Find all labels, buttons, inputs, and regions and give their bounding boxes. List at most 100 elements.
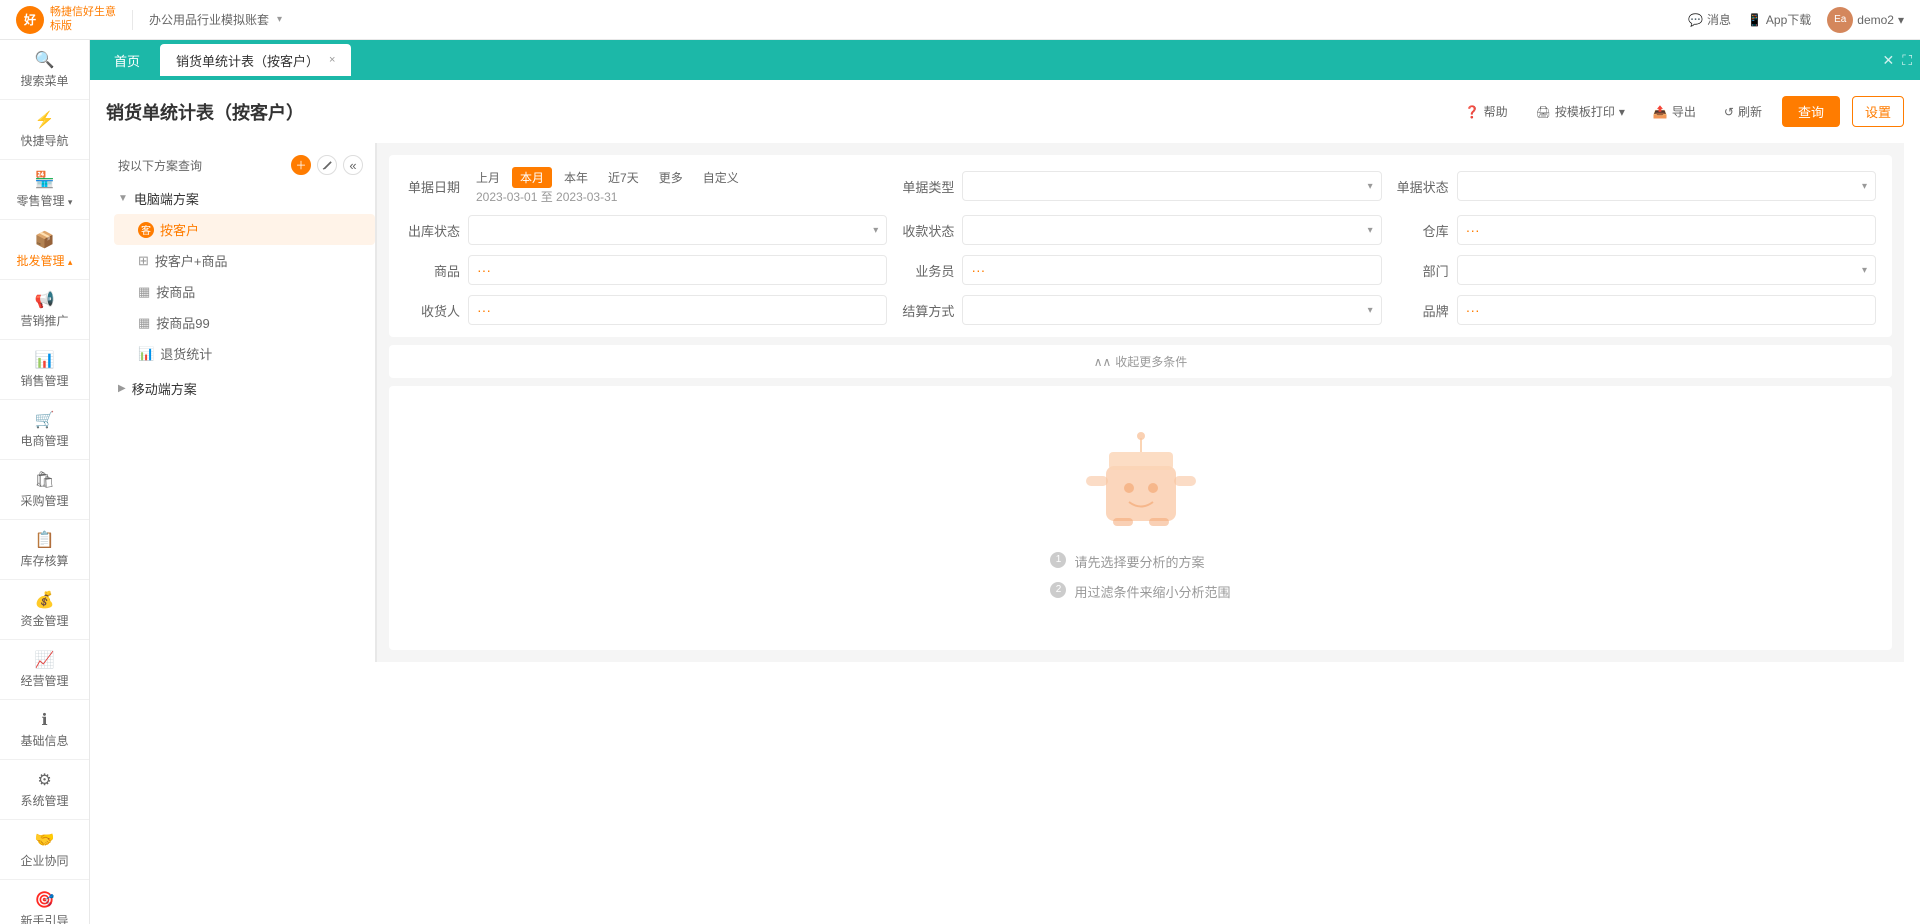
salesperson-select[interactable]: ··· [962,255,1381,285]
sidebar-item-operations[interactable]: 📈 经营管理 [0,640,89,700]
collapse-icon: ∧∧ [1094,355,1112,369]
brand-select[interactable]: ··· [1457,295,1876,325]
marketing-icon: 📢 [4,290,85,310]
sidebar-item-ecommerce[interactable]: 🛒 电商管理 [0,400,89,460]
collab-icon: 🤝 [4,830,85,850]
sidebar-item-retail[interactable]: 🏪 零售管理 ▾ [0,160,89,220]
app-download-button[interactable]: 📱 App下载 [1747,11,1811,28]
sales-icon: 📊 [4,350,85,370]
scheme-return-stats[interactable]: 📊 退货统计 [114,338,375,369]
scheme-by-product[interactable]: ▦ 按商品 [114,276,375,307]
search-menu-icon: 🔍 [4,50,85,70]
sidebar-item-marketing[interactable]: 📢 营销推广 [0,280,89,340]
help-button[interactable]: ❓ 帮助 [1457,99,1516,124]
outbound-select[interactable]: ▾ [468,215,887,245]
sidebar-item-basics[interactable]: ℹ 基础信息 [0,700,89,760]
sidebar-item-system[interactable]: ⚙ 系统管理 [0,760,89,820]
finance-icon: 💰 [4,590,85,610]
tab-home[interactable]: 首页 [98,44,156,76]
refresh-button[interactable]: ↺ 刷新 [1716,99,1770,124]
sidebar-item-sales[interactable]: 📊 销售管理 [0,340,89,400]
doc-type-select[interactable]: ▾ [962,171,1381,201]
close-window-button[interactable]: ✕ [1882,52,1894,69]
add-scheme-button[interactable]: ＋ [291,155,311,175]
sidebar-item-purchase[interactable]: 🛍 采购管理 [0,460,89,520]
messages-button[interactable]: 💬 消息 [1688,11,1731,28]
step-1-icon: 1 [1050,552,1066,568]
tab-close-button[interactable]: × [329,54,335,66]
edit-scheme-button[interactable] [317,155,337,175]
by-customer-dot: 客 [138,222,154,238]
sidebar-item-wholesale[interactable]: 📦 批发管理 ▴ [0,220,89,280]
tab-active[interactable]: 销货单统计表（按客户） × [160,44,351,76]
date-tab-last-month[interactable]: 上月 [468,167,508,188]
filter-recipient-cell: 收货人 ··· [405,295,887,325]
doc-status-label: 单据状态 [1394,177,1449,196]
empty-text: 1 请先选择要分析的方案 2 用过滤条件来缩小分析范围 [1050,550,1230,610]
date-controls: 上月 本月 本年 近7天 更多 自定义 2023-03-01 至 20 [468,167,887,205]
sidebar-item-newbie[interactable]: 🎯 新手引导 [0,880,89,924]
operations-icon: 📈 [4,650,85,670]
product-select[interactable]: ··· [468,255,887,285]
filter-doc-status-cell: 单据状态 ▾ [1394,171,1876,201]
receipt-select[interactable]: ▾ [962,215,1381,245]
recipient-value: ··· [477,302,491,318]
export-button[interactable]: 📤 导出 [1645,99,1704,124]
tree-section-desktop-header[interactable]: ▼ 电脑端方案 [106,183,375,214]
maximize-button[interactable]: ⛶ [1902,52,1912,69]
right-panel: 单据日期 上月 本月 本年 近7天 更多 [377,143,1904,662]
filter-outbound-cell: 出库状态 ▾ [405,215,887,245]
tab-bar-actions: ✕ ⛶ [1882,52,1912,69]
logo-area: 好 畅捷信好生意 标版 [16,6,116,34]
date-tab-last-7days[interactable]: 近7天 [600,167,647,188]
settings-button[interactable]: 设置 [1852,96,1904,127]
help-icon: ❓ [1465,105,1480,119]
doc-status-select[interactable]: ▾ [1457,171,1876,201]
empty-svg [1081,426,1201,526]
empty-illustration [1081,426,1201,526]
tree-section-mobile-header[interactable]: ▶ 移动端方案 [106,373,375,404]
header-right: 💬 消息 📱 App下载 Ea demo2 ▾ [1688,7,1904,33]
outbound-label: 出库状态 [405,221,460,240]
department-label: 部门 [1394,261,1449,280]
template-print-button[interactable]: 🖨 按模板打印 ▾ [1528,99,1633,124]
date-tab-more[interactable]: 更多 [651,167,691,188]
page-header: 销货单统计表（按客户） ❓ 帮助 🖨 按模板打印 ▾ [106,96,1904,127]
tree-section-desktop: ▼ 电脑端方案 客 按客户 [106,183,375,369]
department-select[interactable]: ▾ [1457,255,1876,285]
sidebar-item-search-menu[interactable]: 🔍 搜索菜单 [0,40,89,100]
sidebar-item-finance[interactable]: 💰 资金管理 [0,580,89,640]
sidebar-item-quick-nav[interactable]: ⚡ 快捷导航 [0,100,89,160]
payment-arrow: ▾ [1368,305,1373,316]
filter-brand-cell: 品牌 ··· [1394,295,1876,325]
tree-section-mobile: ▶ 移动端方案 [106,373,375,404]
empty-state: 1 请先选择要分析的方案 2 用过滤条件来缩小分析范围 [389,386,1892,650]
scheme-by-customer-product[interactable]: ⊞ 按客户+商品 [114,245,375,276]
content-area: 首页 销货单统计表（按客户） × ✕ ⛶ 销货单统计表（按客户） [90,40,1920,924]
scheme-by-customer[interactable]: 客 按客户 [114,214,375,245]
filter-date-cell: 单据日期 上月 本月 本年 近7天 更多 [405,167,887,205]
user-area[interactable]: Ea demo2 ▾ [1827,7,1904,33]
sidebar-item-inventory[interactable]: 📋 库存核算 [0,520,89,580]
date-tab-custom[interactable]: 自定义 [695,167,747,188]
payment-select[interactable]: ▾ [962,295,1381,325]
query-button[interactable]: 查询 [1782,96,1840,127]
scheme-by-product-99[interactable]: ▦ 按商品99 [114,307,375,338]
filter-salesperson-cell: 业务员 ··· [899,255,1381,285]
left-panel-header: 按以下方案查询 ＋ « [106,151,375,183]
outbound-arrow: ▾ [873,225,878,236]
basics-icon: ℹ [4,710,85,730]
warehouse-select[interactable]: ··· [1457,215,1876,245]
app-dropdown-arrow[interactable]: ▾ [277,14,282,25]
step-2-icon: 2 [1050,582,1066,598]
by-product-99-icon: ▦ [138,315,150,331]
date-tab-this-year[interactable]: 本年 [556,167,596,188]
collapse-more-button[interactable]: ∧∧ 收起更多条件 [389,345,1892,378]
filter-doc-type-cell: 单据类型 ▾ [899,171,1381,201]
date-tab-this-month[interactable]: 本月 [512,167,552,188]
download-icon: 📱 [1747,13,1762,27]
avatar: Ea [1827,7,1853,33]
recipient-select[interactable]: ··· [468,295,887,325]
sidebar-item-collab[interactable]: 🤝 企业协同 [0,820,89,880]
collapse-panel-button[interactable]: « [343,155,363,175]
